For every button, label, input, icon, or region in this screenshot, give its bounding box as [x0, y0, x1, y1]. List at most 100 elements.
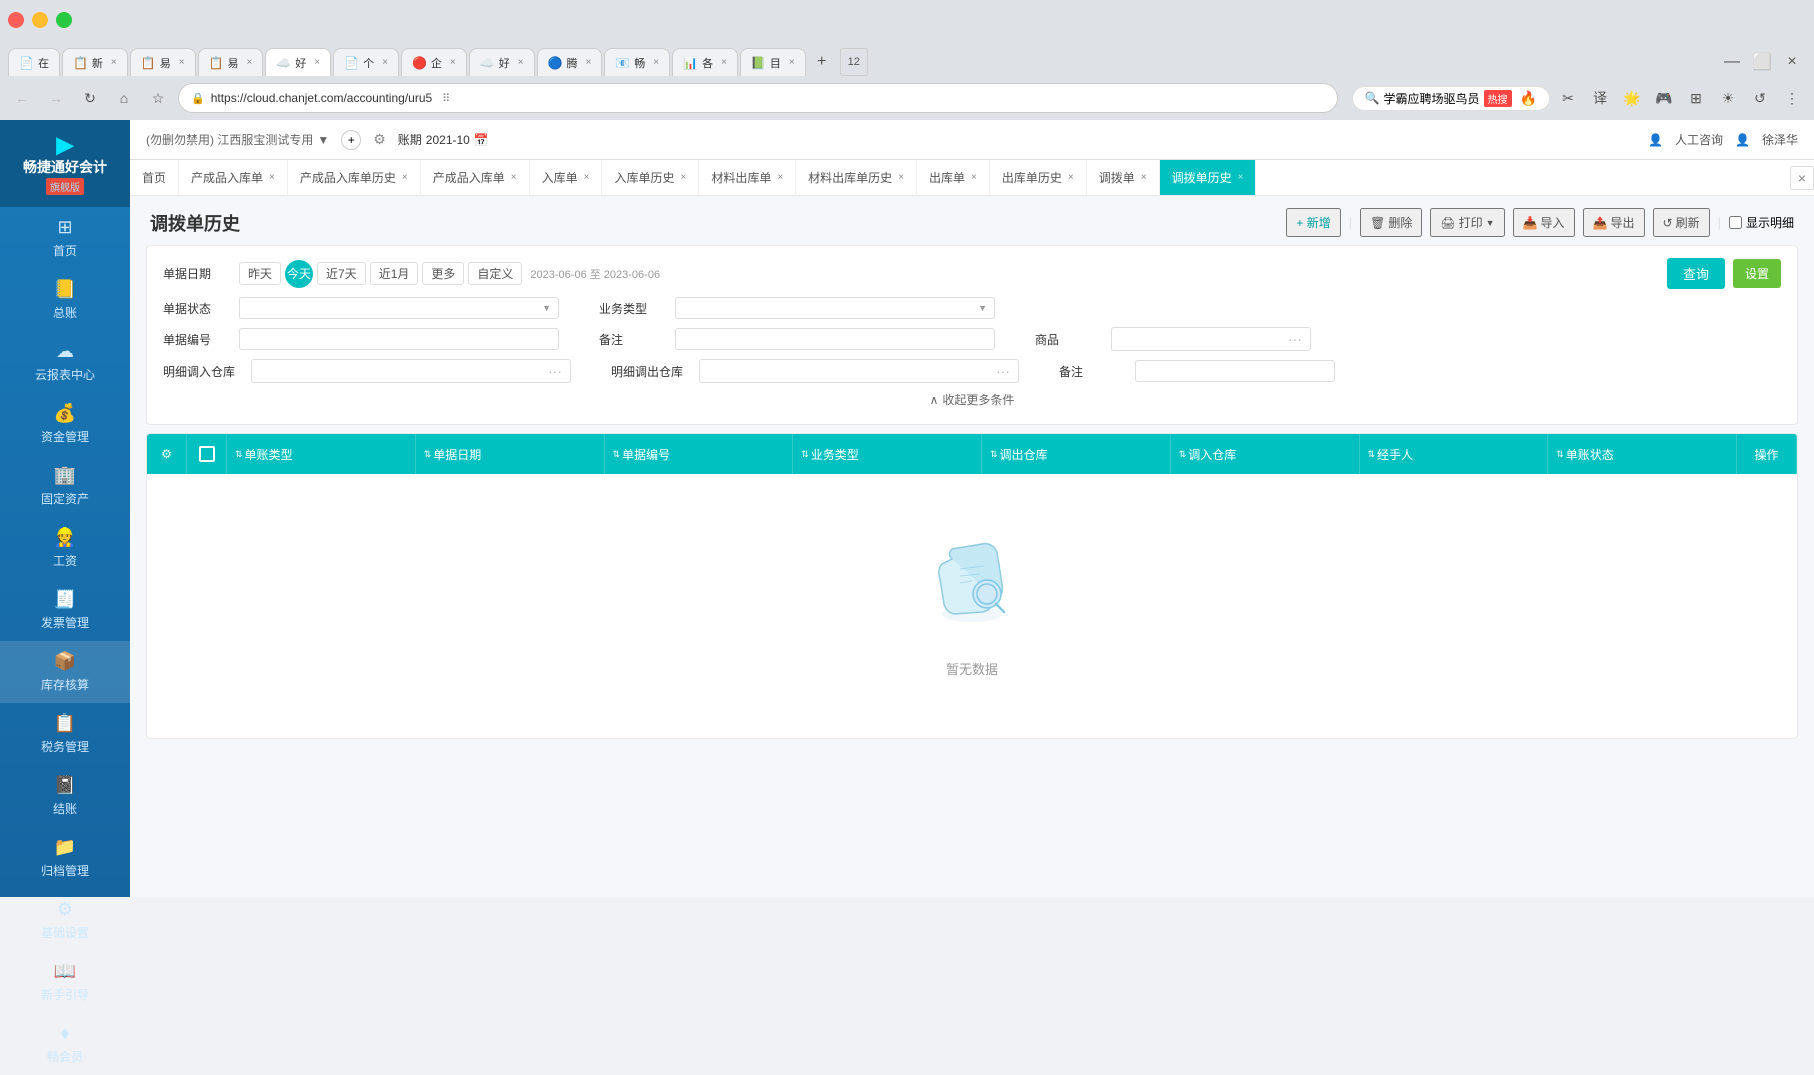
sidebar-item-archive[interactable]: 📁 归档管理 [0, 827, 130, 889]
th-order-no[interactable]: ⇅ 单据编号 [605, 434, 794, 474]
refresh-browser-btn[interactable]: ↻ [76, 84, 104, 112]
goods-dots[interactable]: ··· [1288, 331, 1302, 347]
display-toggle[interactable]: 显示明细 [1729, 214, 1794, 231]
company-settings-btn[interactable]: ⚙ [373, 131, 386, 148]
menu-btn[interactable]: ⋮ [1778, 84, 1806, 112]
home-btn[interactable]: ⌂ [110, 84, 138, 112]
history-btn[interactable]: ↺ [1746, 84, 1774, 112]
warehouse-out-input[interactable] [708, 364, 992, 378]
tab-count[interactable]: 12 [840, 48, 868, 76]
scissors-btn[interactable]: ✂ [1554, 84, 1582, 112]
warehouse-in-selector[interactable]: ··· [251, 359, 571, 383]
display-checkbox[interactable] [1729, 216, 1742, 229]
tab-product-in2[interactable]: 产成品入库单 × [421, 160, 530, 196]
browser-tab-7[interactable]: ☁️ 好 × [469, 48, 535, 76]
import-btn[interactable]: 📥 导入 [1513, 208, 1575, 237]
window-close[interactable] [8, 12, 24, 28]
browser-tab-1[interactable]: 📄 在 [8, 48, 60, 76]
tab-in-order[interactable]: 入库单 × [530, 160, 603, 196]
browser-tab-10[interactable]: 📊 各 × [672, 48, 738, 76]
date-custom[interactable]: 自定义 [468, 262, 522, 285]
sidebar-item-invoice[interactable]: 🧾 发票管理 [0, 579, 130, 641]
tab-close-4[interactable]: × [584, 172, 590, 183]
th-business-type[interactable]: ⇅ 业务类型 [793, 434, 982, 474]
browser-tab-6[interactable]: 🔴 企 × [401, 48, 467, 76]
user-service[interactable]: 人工咨询 [1675, 131, 1723, 148]
delete-btn[interactable]: 🗑 删除 [1360, 208, 1422, 237]
tab-out-history[interactable]: 出库单历史 × [990, 160, 1087, 196]
minimize-btn[interactable]: — [1718, 48, 1746, 76]
calendar-icon[interactable]: 📅 [474, 133, 489, 147]
remark2-input[interactable] [1135, 360, 1335, 382]
refresh-btn[interactable]: ↺ 刷新 [1653, 208, 1710, 237]
tab-product-in[interactable]: 产成品入库单 × [179, 160, 288, 196]
tab-close-10[interactable]: × [1141, 172, 1147, 183]
sidebar-item-inventory[interactable]: 📦 库存核算 [0, 641, 130, 703]
order-no-input[interactable] [239, 328, 559, 350]
restore-btn[interactable]: ⬜ [1748, 48, 1776, 76]
forward-btn[interactable]: → [42, 84, 70, 112]
new-btn[interactable]: + 新增 [1286, 208, 1340, 237]
browser-tab-4[interactable]: 📋 易 × [198, 48, 264, 76]
browser-tab-3[interactable]: 📋 易 × [130, 48, 196, 76]
close-window-btn[interactable]: × [1778, 48, 1806, 76]
tab-material-out-history[interactable]: 材料出库单历史 × [796, 160, 917, 196]
date-yesterday[interactable]: 昨天 [239, 262, 281, 285]
sidebar-item-funds[interactable]: 💰 资金管理 [0, 393, 130, 455]
brightness-btn[interactable]: ☀ [1714, 84, 1742, 112]
browser-tab-active[interactable]: ☁️ 好 × [265, 48, 331, 76]
date-1month[interactable]: 近1月 [370, 262, 419, 285]
bookmark-btn[interactable]: ☆ [144, 84, 172, 112]
close-all-tabs-btn[interactable]: × [1790, 166, 1814, 190]
add-company-btn[interactable]: + [341, 130, 361, 150]
sidebar-item-payroll[interactable]: 👷 工资 [0, 517, 130, 579]
th-settings[interactable]: ⚙ [147, 434, 187, 474]
export-btn[interactable]: 📤 导出 [1583, 208, 1645, 237]
collapse-filters-btn[interactable]: ∧ 收起更多条件 [930, 391, 1015, 408]
tab-home[interactable]: 首页 [130, 160, 179, 196]
tab-close-11[interactable]: × [1238, 172, 1244, 183]
goods-selector[interactable]: ··· [1111, 327, 1311, 351]
status-select[interactable] [239, 297, 559, 319]
tab-close-9[interactable]: × [1068, 172, 1074, 183]
th-handler[interactable]: ⇅ 经手人 [1360, 434, 1549, 474]
sidebar-item-settings[interactable]: ⚙ 基础设置 [0, 889, 130, 951]
setting-btn[interactable]: 设置 [1733, 259, 1781, 288]
browser-tab-9[interactable]: 📧 畅 × [604, 48, 670, 76]
remark-input[interactable] [675, 328, 995, 350]
sidebar-item-vip[interactable]: ♦ 畅会员 [0, 1013, 130, 1075]
browser-tab-8[interactable]: 🔵 腾 × [537, 48, 603, 76]
browser-search[interactable]: 🔍 学霸应聘场驱鸟员 热搜 🔥 [1352, 86, 1550, 111]
sidebar-item-ledger[interactable]: 📒 总账 [0, 269, 130, 331]
browser-tab-11[interactable]: 📗 目 × [740, 48, 806, 76]
sidebar-item-fixed-assets[interactable]: 🏢 固定资产 [0, 455, 130, 517]
warehouse-out-dots[interactable]: ··· [996, 363, 1010, 379]
th-out-warehouse[interactable]: ⇅ 调出仓库 [982, 434, 1171, 474]
search-btn[interactable]: 查询 [1667, 258, 1725, 289]
sidebar-item-guide[interactable]: 📖 新手引导 [0, 951, 130, 1013]
sidebar-item-cloud-report[interactable]: ☁ 云报表中心 [0, 331, 130, 393]
business-type-select[interactable] [675, 297, 995, 319]
th-order-status[interactable]: ⇅ 单账状态 [1548, 434, 1737, 474]
sidebar-item-closing[interactable]: 📓 结账 [0, 765, 130, 827]
tab-close-3[interactable]: × [511, 172, 517, 183]
game-btn[interactable]: 🎮 [1650, 84, 1678, 112]
tab-close-7[interactable]: × [898, 172, 904, 183]
tab-transfer-history[interactable]: 调拨单历史 × [1160, 160, 1257, 196]
tab-close-6[interactable]: × [777, 172, 783, 183]
window-minimize[interactable] [32, 12, 48, 28]
print-btn[interactable]: 🖨 打印 ▼ [1430, 208, 1504, 237]
browser-tab-2[interactable]: 📋 新 × [62, 48, 128, 76]
date-more[interactable]: 更多 [422, 262, 464, 285]
tab-product-in-history[interactable]: 产成品入库单历史 × [288, 160, 421, 196]
tab-close-1[interactable]: × [269, 172, 275, 183]
grid-btn[interactable]: ⊞ [1682, 84, 1710, 112]
date-today[interactable]: 今天 [285, 260, 313, 288]
wallet-btn[interactable]: 🌟 [1618, 84, 1646, 112]
tab-material-out[interactable]: 材料出库单 × [699, 160, 796, 196]
translate-btn[interactable]: 译 [1586, 84, 1614, 112]
sidebar-item-home[interactable]: ⊞ 首页 [0, 207, 130, 269]
header-checkbox[interactable] [199, 446, 215, 462]
th-order-date[interactable]: ⇅ 单据日期 [416, 434, 605, 474]
warehouse-in-input[interactable] [260, 364, 544, 378]
